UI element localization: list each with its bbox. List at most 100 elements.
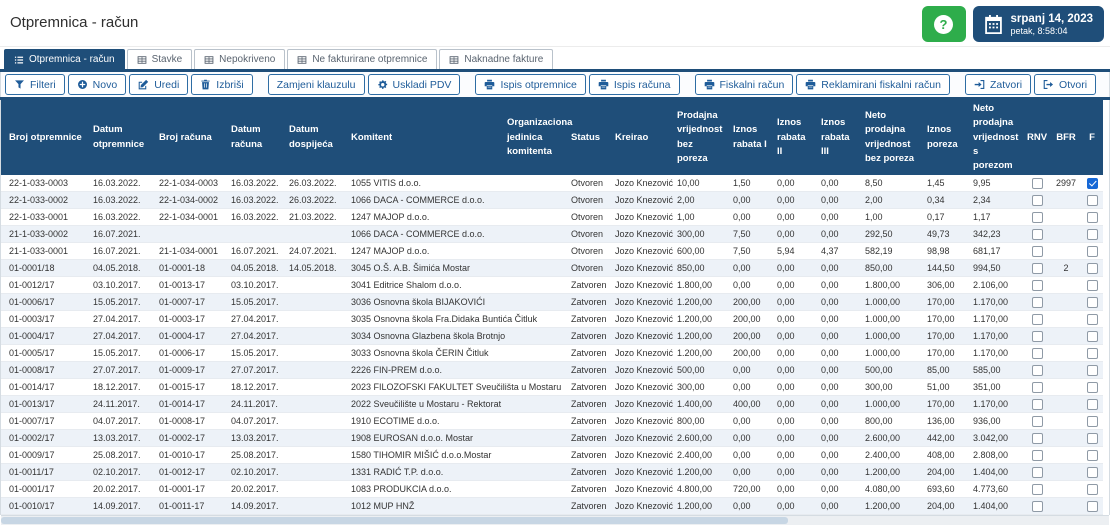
table-row[interactable]: 01-0009/17 25.08.2017. 01-0010-17 25.08.201…: [1, 446, 1103, 465]
zamjeni-klauzulu-button[interactable]: Zamjeni klauzulu: [267, 74, 365, 95]
f-checkbox[interactable]: [1086, 279, 1098, 291]
rnv-checkbox[interactable]: [1031, 347, 1043, 359]
rnv-checkbox[interactable]: [1031, 381, 1043, 393]
uskladi-pdv-button[interactable]: Uskladi PDV: [367, 74, 461, 95]
f-checkbox[interactable]: [1086, 364, 1098, 376]
column-header-neto-vrijednost-bez-poreza[interactable]: Neto prodajna vrijednost bez poreza: [861, 100, 923, 176]
filteri-button[interactable]: Filteri: [5, 74, 65, 95]
rnv-checkbox[interactable]: [1031, 228, 1043, 240]
column-header-broj-otpremnice[interactable]: Broj otpremnice: [1, 100, 89, 176]
column-header-komitent[interactable]: Komitent: [347, 100, 503, 176]
f-checkbox[interactable]: [1086, 347, 1098, 359]
zatvori-button[interactable]: Zatvori: [964, 74, 1032, 95]
ispis-otpremnice-button[interactable]: Ispis otpremnice: [475, 74, 586, 95]
f-checkbox[interactable]: [1086, 330, 1098, 342]
column-header-bfr[interactable]: BFR: [1051, 100, 1081, 176]
f-checkbox[interactable]: [1086, 398, 1098, 410]
f-checkbox[interactable]: [1086, 245, 1098, 257]
tab-naknadne-fakture[interactable]: Naknadne fakture: [439, 49, 554, 69]
table-row[interactable]: 22-1-033-0003 16.03.2022. 22-1-034-0003 16.…: [1, 175, 1103, 193]
column-header-f[interactable]: F: [1081, 100, 1103, 176]
column-header-datum-racuna[interactable]: Datum računa: [227, 100, 285, 176]
table-row[interactable]: 01-0006/17 15.05.2017. 01-0007-17 15.05.201…: [1, 293, 1103, 312]
f-checkbox[interactable]: [1086, 500, 1098, 512]
rnv-checkbox[interactable]: [1031, 364, 1043, 376]
horizontal-scrollbar[interactable]: [1, 515, 1109, 525]
f-checkbox[interactable]: [1086, 313, 1098, 325]
f-checkbox[interactable]: [1086, 483, 1098, 495]
rnv-checkbox[interactable]: [1031, 432, 1043, 444]
table-row[interactable]: 22-1-033-0002 16.03.2022. 22-1-034-0002 16.…: [1, 191, 1103, 210]
column-header-prodajna-vrijednost-bez-poreza[interactable]: Prodajna vrijednost bez poreza: [673, 100, 729, 176]
tab-stavke[interactable]: Stavke: [126, 49, 193, 69]
table-row[interactable]: 01-0014/17 18.12.2017. 01-0015-17 18.12.201…: [1, 378, 1103, 397]
uredi-button[interactable]: Uredi: [129, 74, 189, 95]
table-row[interactable]: 01-0008/17 27.07.2017. 01-0009-17 27.07.201…: [1, 361, 1103, 380]
ispis-ra-una-button[interactable]: Ispis računa: [588, 74, 680, 95]
scrollbar-thumb[interactable]: [1, 517, 788, 525]
f-checkbox[interactable]: [1086, 177, 1098, 189]
f-checkbox[interactable]: [1086, 466, 1098, 478]
rnv-checkbox[interactable]: [1031, 194, 1043, 206]
rnv-checkbox[interactable]: [1031, 313, 1043, 325]
table-row[interactable]: 01-0002/17 13.03.2017. 01-0002-17 13.03.201…: [1, 429, 1103, 448]
novo-button[interactable]: Novo: [67, 74, 127, 95]
rnv-checkbox[interactable]: [1031, 177, 1043, 189]
table-row[interactable]: 01-0011/17 02.10.2017. 01-0012-17 02.10.201…: [1, 463, 1103, 482]
tab-otpremnica-ra-un[interactable]: Otpremnica - račun: [4, 49, 125, 69]
column-header-kreirao[interactable]: Kreirao: [611, 100, 673, 176]
f-checkbox[interactable]: [1086, 262, 1098, 274]
table-row[interactable]: 01-0004/17 27.04.2017. 01-0004-17 27.04.201…: [1, 327, 1103, 346]
izbri-i-button[interactable]: Izbriši: [191, 74, 253, 95]
rnv-checkbox[interactable]: [1031, 398, 1043, 410]
rnv-checkbox[interactable]: [1031, 466, 1043, 478]
rnv-checkbox[interactable]: [1031, 211, 1043, 223]
rnv-checkbox[interactable]: [1031, 296, 1043, 308]
rnv-checkbox[interactable]: [1031, 262, 1043, 274]
table-row[interactable]: 22-1-033-0001 16.03.2022. 22-1-034-0001 16.…: [1, 208, 1103, 227]
f-checkbox[interactable]: [1086, 211, 1098, 223]
column-header-neto-vrijednost-s-porezom[interactable]: Neto prodajna vrijednost s porezom: [969, 100, 1023, 176]
column-header-iznos-rabata-3[interactable]: Iznos rabata III: [817, 100, 861, 176]
rnv-checkbox[interactable]: [1031, 330, 1043, 342]
table-row[interactable]: 01-0010/17 14.09.2017. 01-0011-17 14.09.201…: [1, 497, 1103, 516]
table-row[interactable]: 01-0013/17 24.11.2017. 01-0014-17 24.11.201…: [1, 395, 1103, 414]
table-row[interactable]: 01-0005/17 15.05.2017. 01-0006-17 15.05.201…: [1, 344, 1103, 363]
table-row[interactable]: 01-0001/18 04.05.2018. 01-0001-18 04.05.201…: [1, 259, 1103, 278]
column-header-org-jedinica-komitenta[interactable]: Organizaciona jedinica komitenta: [503, 100, 572, 176]
column-header-datum-otpremnice[interactable]: Datum otpremnice: [89, 100, 155, 176]
otvori-button[interactable]: Otvori: [1034, 74, 1097, 95]
table-row[interactable]: 21-1-033-0001 16.07.2021. 21-1-034-0001 16.…: [1, 242, 1103, 261]
rnv-checkbox[interactable]: [1031, 500, 1043, 512]
datetime-widget[interactable]: srpanj 14, 2023 petak, 8:58:04: [972, 6, 1104, 42]
f-checkbox[interactable]: [1086, 296, 1098, 308]
column-header-datum-dospijeca[interactable]: Datum dospijeća: [285, 100, 347, 176]
table-row[interactable]: 01-0007/17 04.07.2017. 01-0008-17 04.07.201…: [1, 412, 1103, 431]
column-header-iznos-rabata-2[interactable]: Iznos rabata II: [773, 100, 817, 176]
reklamirani-fiskalni-ra-un-button[interactable]: Reklamirani fiskalni račun: [796, 74, 950, 95]
f-checkbox[interactable]: [1086, 194, 1098, 206]
help-button[interactable]: ?: [921, 6, 966, 42]
table-row[interactable]: 01-0003/17 27.04.2017. 01-0003-17 27.04.201…: [1, 310, 1103, 329]
column-header-rnv[interactable]: RNV: [1023, 100, 1051, 176]
rnv-checkbox[interactable]: [1031, 483, 1043, 495]
column-header-iznos-poreza[interactable]: Iznos poreza: [923, 100, 969, 176]
fiskalni-ra-un-button[interactable]: Fiskalni račun: [694, 74, 794, 95]
tab-nepokriveno[interactable]: Nepokriveno: [194, 49, 286, 69]
rnv-checkbox[interactable]: [1031, 245, 1043, 257]
rnv-checkbox[interactable]: [1031, 279, 1043, 291]
column-header-iznos-rabata-1[interactable]: Iznos rabata I: [729, 100, 773, 176]
table-row[interactable]: 21-1-033-0002 16.07.2021. 1066 DACA - COMM…: [1, 225, 1103, 244]
f-checkbox[interactable]: [1086, 228, 1098, 240]
rnv-checkbox[interactable]: [1031, 449, 1043, 461]
f-checkbox[interactable]: [1086, 432, 1098, 444]
column-header-status[interactable]: Status: [567, 100, 611, 176]
f-checkbox[interactable]: [1086, 415, 1098, 427]
tab-ne-fakturirane-otpremnice[interactable]: Ne fakturirane otpremnice: [287, 49, 438, 69]
f-checkbox[interactable]: [1086, 381, 1098, 393]
table-row[interactable]: 01-0012/17 03.10.2017. 01-0013-17 03.10.201…: [1, 276, 1103, 295]
rnv-checkbox[interactable]: [1031, 415, 1043, 427]
column-header-broj-racuna[interactable]: Broj računa: [155, 100, 227, 176]
f-checkbox[interactable]: [1086, 449, 1098, 461]
table-row[interactable]: 01-0001/17 20.02.2017. 01-0001-17 20.02.201…: [1, 480, 1103, 499]
